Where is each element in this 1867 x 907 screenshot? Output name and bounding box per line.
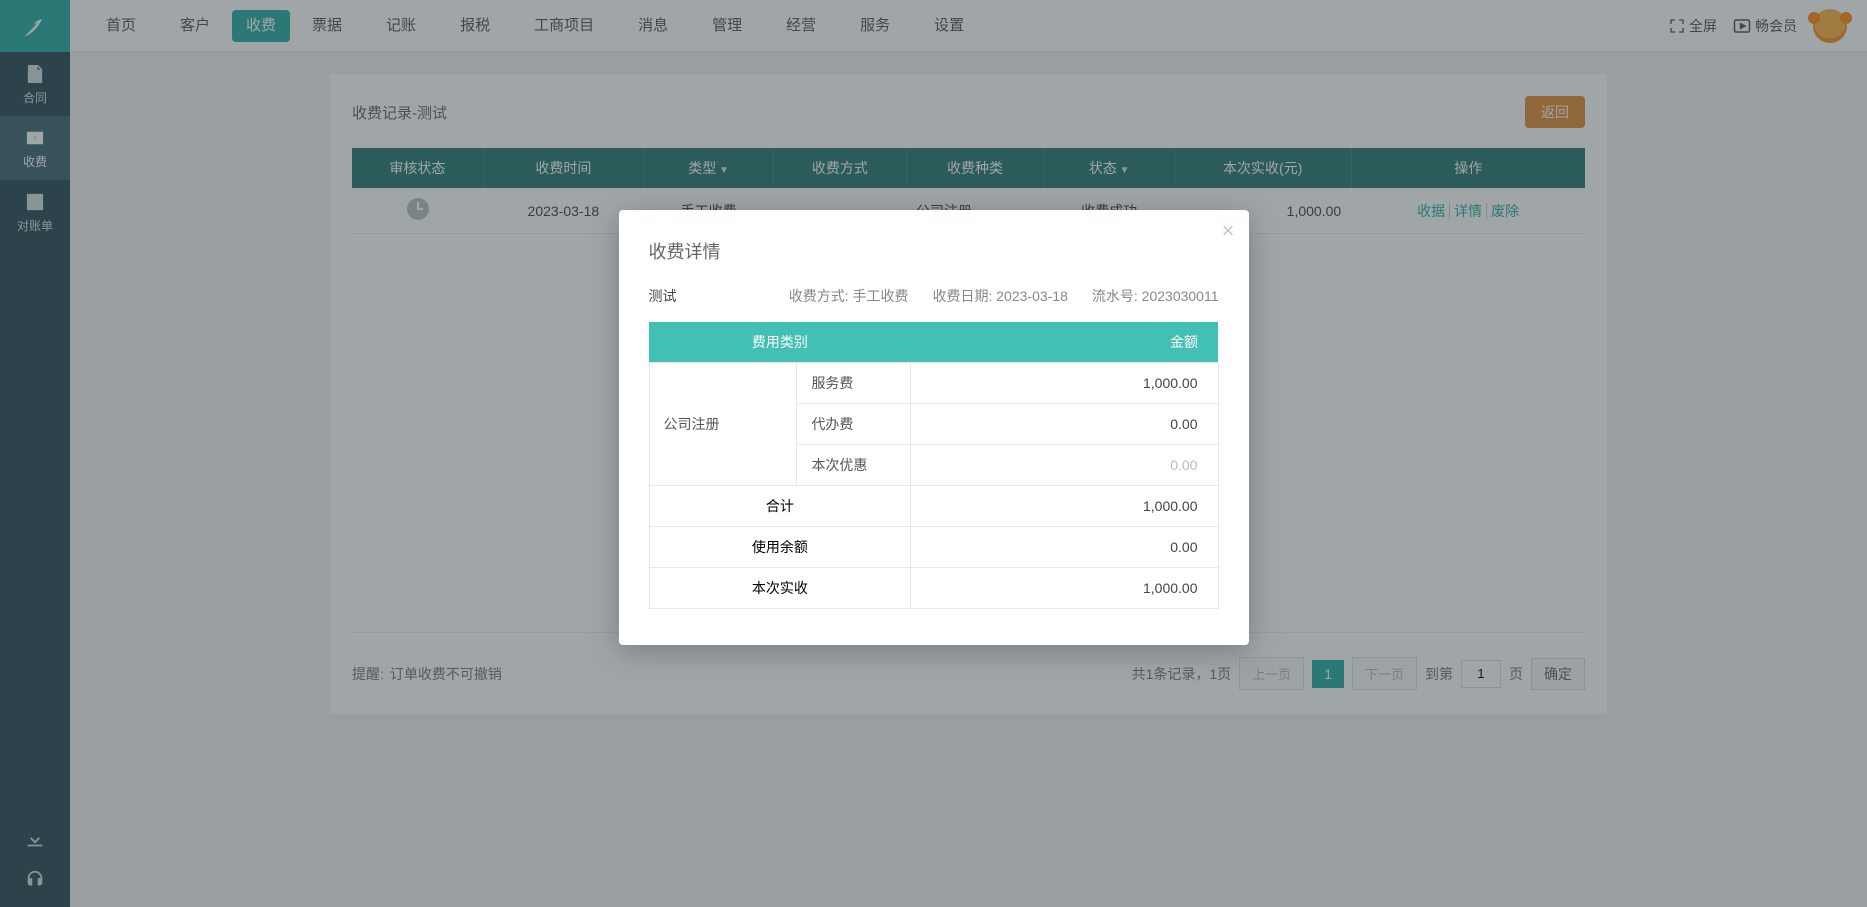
modal-serial: 流水号: 2023030011 — [1092, 286, 1219, 306]
detail-table: 费用类别 金额 公司注册服务费1,000.00代办费0.00本次优惠0.00合计… — [649, 322, 1219, 609]
col-category: 费用类别 — [649, 322, 911, 363]
modal-title: 收费详情 — [649, 238, 1219, 264]
detail-total: 合计1,000.00 — [649, 486, 1218, 527]
modal-method: 收费方式: 手工收费 — [789, 286, 909, 306]
detail-total: 本次实收1,000.00 — [649, 568, 1218, 609]
close-icon[interactable]: × — [1222, 220, 1235, 242]
col-amount: 金额 — [911, 322, 1218, 363]
modal-info: 测试 收费方式: 手工收费 收费日期: 2023-03-18 流水号: 2023… — [649, 286, 1219, 306]
detail-line: 公司注册服务费1,000.00 — [649, 363, 1218, 404]
detail-total: 使用余额0.00 — [649, 527, 1218, 568]
modal-date: 收费日期: 2023-03-18 — [932, 286, 1067, 306]
modal-customer: 测试 — [649, 286, 677, 306]
fee-detail-modal: × 收费详情 测试 收费方式: 手工收费 收费日期: 2023-03-18 流水… — [619, 210, 1249, 645]
